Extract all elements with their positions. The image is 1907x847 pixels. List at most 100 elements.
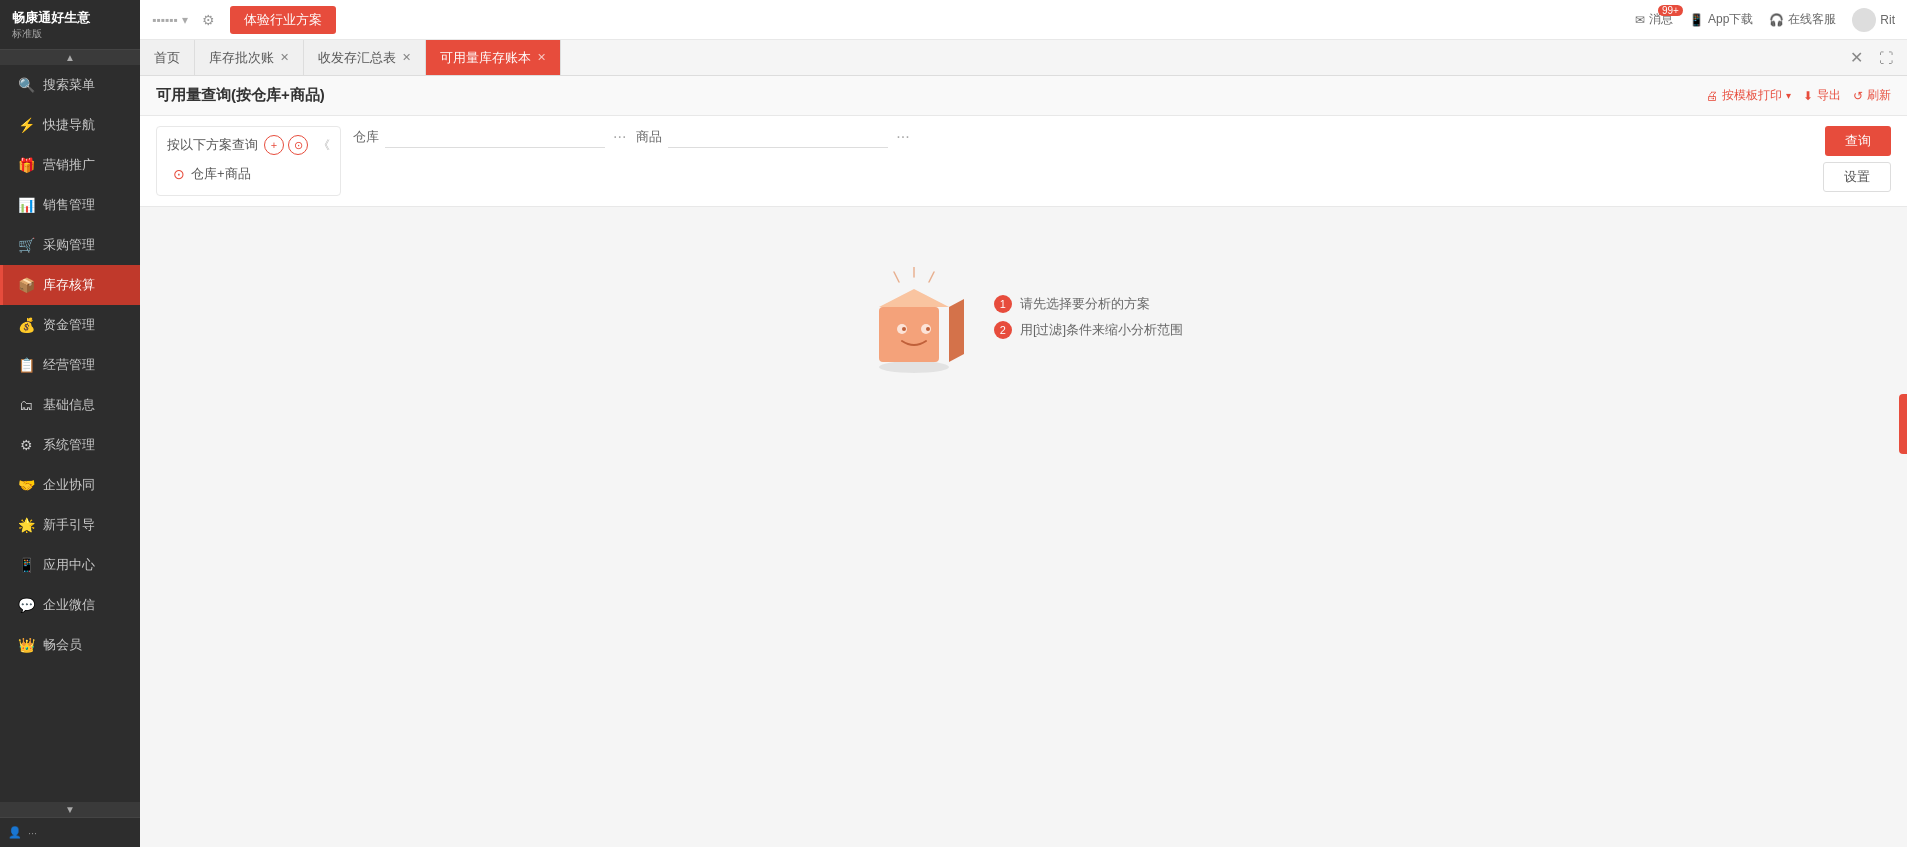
- user-avatar-icon: 👤: [8, 826, 22, 839]
- printer-icon: 🖨: [1706, 89, 1718, 103]
- sidebar-item-label: 销售管理: [43, 196, 95, 214]
- gift-icon: 🎁: [17, 157, 35, 173]
- sidebar-item-basic[interactable]: 🗂 基础信息: [0, 385, 140, 425]
- sidebar-item-biz[interactable]: 📋 经营管理: [0, 345, 140, 385]
- sidebar-item-label: 采购管理: [43, 236, 95, 254]
- main-area: ▪▪▪▪▪▪ ▾ ⚙ 体验行业方案 ✉ 消息 99+ 📱 App下载 🎧 在线客…: [140, 0, 1907, 847]
- sidebar-item-new-guide[interactable]: 🌟 新手引导: [0, 505, 140, 545]
- app-download-label: App下载: [1708, 11, 1753, 28]
- empty-state: 1 请先选择要分析的方案 2 用[过滤]条件来缩小分析范围: [140, 207, 1907, 427]
- tab-fullscreen-button[interactable]: ⛶: [1873, 48, 1899, 68]
- page-title: 可用量查询(按仓库+商品): [156, 86, 325, 105]
- sidebar-scroll-up[interactable]: ▲: [0, 50, 140, 65]
- tab-batch-ledger[interactable]: 库存批次账 ✕: [195, 40, 304, 76]
- goods-input[interactable]: [668, 126, 888, 148]
- sidebar-item-inventory[interactable]: 📦 库存核算: [0, 265, 140, 305]
- tip-item-2: 2 用[过滤]条件来缩小分析范围: [994, 321, 1183, 339]
- sidebar-item-app-center[interactable]: 📱 应用中心: [0, 545, 140, 585]
- sidebar-item-marketing[interactable]: 🎁 营销推广: [0, 145, 140, 185]
- tab-recv-summary[interactable]: 收发存汇总表 ✕: [304, 40, 426, 76]
- tab-available-qty-close[interactable]: ✕: [537, 51, 546, 64]
- filter-settings-button[interactable]: 设置: [1823, 162, 1891, 192]
- sidebar-item-label: 经营管理: [43, 356, 95, 374]
- sidebar-scroll-down[interactable]: ▼: [0, 802, 140, 817]
- sidebar-item-label: 新手引导: [43, 516, 95, 534]
- user-info-area[interactable]: Rit: [1852, 8, 1895, 32]
- collapse-icon[interactable]: 《: [318, 137, 330, 154]
- industry-solution-button[interactable]: 体验行业方案: [230, 6, 336, 34]
- app-logo: 畅康通好生意 标准版: [0, 0, 140, 50]
- svg-line-10: [929, 272, 934, 282]
- print-chevron-icon: ▾: [1786, 90, 1791, 101]
- content-area: 可用量查询(按仓库+商品) 🖨 按模板打印 ▾ ⬇ 导出 ↺ 刷新: [140, 76, 1907, 847]
- filter-scheme-label: 按以下方案查询: [167, 136, 258, 154]
- sidebar-item-label: 基础信息: [43, 396, 95, 414]
- handshake-icon: 🤝: [17, 477, 35, 493]
- warehouse-input[interactable]: [385, 126, 605, 148]
- sidebar-item-label: 快捷导航: [43, 116, 95, 134]
- svg-rect-1: [879, 307, 939, 362]
- right-edge-handle[interactable]: [1899, 394, 1907, 454]
- sidebar-item-wechat[interactable]: 💬 企业微信: [0, 585, 140, 625]
- empty-illustration: [864, 267, 964, 377]
- print-button[interactable]: 🖨 按模板打印 ▾: [1706, 87, 1791, 104]
- sidebar-item-label: 搜索菜单: [43, 76, 95, 94]
- tabs-bar: 首页 库存批次账 ✕ 收发存汇总表 ✕ 可用量库存账本 ✕ ✕ ⛶: [140, 40, 1907, 76]
- svg-marker-3: [949, 299, 964, 362]
- empty-tips: 1 请先选择要分析的方案 2 用[过滤]条件来缩小分析范围: [994, 295, 1183, 339]
- tab-recv-summary-close[interactable]: ✕: [402, 51, 411, 64]
- user-name: Rit: [1880, 13, 1895, 27]
- settings-circle-icon: ⊙: [294, 139, 303, 152]
- app-download-button[interactable]: 📱 App下载: [1689, 11, 1753, 28]
- sidebar-item-finance[interactable]: 💰 资金管理: [0, 305, 140, 345]
- crown-icon: 👑: [17, 637, 35, 653]
- sidebar: 畅康通好生意 标准版 ▲ 🔍 搜索菜单 ⚡ 快捷导航 🎁 营销推广 📊 销售管理…: [0, 0, 140, 847]
- svg-point-6: [902, 327, 906, 331]
- refresh-button[interactable]: ↺ 刷新: [1853, 87, 1891, 104]
- settings-gear-button[interactable]: ⚙: [196, 7, 222, 33]
- sidebar-item-label: 企业协同: [43, 476, 95, 494]
- tab-close-all-button[interactable]: ✕: [1844, 46, 1869, 69]
- export-icon: ⬇: [1803, 89, 1813, 103]
- sidebar-item-sales[interactable]: 📊 销售管理: [0, 185, 140, 225]
- tab-available-qty[interactable]: 可用量库存账本 ✕: [426, 40, 561, 76]
- user-avatar: [1852, 8, 1876, 32]
- query-button[interactable]: 查询: [1825, 126, 1891, 156]
- export-label: 导出: [1817, 87, 1841, 104]
- refresh-icon: ↺: [1853, 89, 1863, 103]
- sidebar-item-search[interactable]: 🔍 搜索菜单: [0, 65, 140, 105]
- sidebar-item-shortcut[interactable]: ⚡ 快捷导航: [0, 105, 140, 145]
- export-button[interactable]: ⬇ 导出: [1803, 87, 1841, 104]
- message-icon: ✉: [1635, 13, 1645, 27]
- filter-action-buttons: 查询 设置: [1823, 126, 1891, 192]
- add-scheme-button[interactable]: +: [264, 135, 284, 155]
- filter-scheme-header: 按以下方案查询 + ⊙ 《: [167, 135, 330, 155]
- online-service-label: 在线客服: [1788, 11, 1836, 28]
- online-service-button[interactable]: 🎧 在线客服: [1769, 11, 1836, 28]
- sidebar-item-enterprise-coop[interactable]: 🤝 企业协同: [0, 465, 140, 505]
- clipboard-icon: 📋: [17, 357, 35, 373]
- chart-icon: 📊: [17, 197, 35, 213]
- sidebar-item-purchase[interactable]: 🛒 采购管理: [0, 225, 140, 265]
- bottom-user-label: ···: [28, 827, 37, 839]
- tab-batch-ledger-close[interactable]: ✕: [280, 51, 289, 64]
- sidebar-item-vip[interactable]: 👑 畅会员: [0, 625, 140, 665]
- svg-point-7: [926, 327, 930, 331]
- scheme-settings-button[interactable]: ⊙: [288, 135, 308, 155]
- print-label: 按模板打印: [1722, 87, 1782, 104]
- sidebar-item-label: 营销推广: [43, 156, 95, 174]
- topbar-right: ✉ 消息 99+ 📱 App下载 🎧 在线客服 Rit: [1635, 8, 1895, 32]
- message-count-badge: 99+: [1658, 5, 1683, 16]
- message-button[interactable]: ✉ 消息 99+: [1635, 11, 1673, 28]
- scheme-item-label: 仓库+商品: [191, 165, 251, 183]
- warehouse-more-icon[interactable]: ···: [613, 128, 626, 146]
- box-icon: 📦: [17, 277, 35, 293]
- sidebar-bottom: 👤 ···: [0, 817, 140, 847]
- tab-home[interactable]: 首页: [140, 40, 195, 76]
- svg-line-8: [894, 272, 899, 282]
- app-subtitle: 标准版: [12, 27, 128, 41]
- wechat-icon: 💬: [17, 597, 35, 613]
- goods-more-icon[interactable]: ···: [896, 128, 909, 146]
- sidebar-item-system[interactable]: ⚙ 系统管理: [0, 425, 140, 465]
- scheme-item-warehouse-goods[interactable]: ⊙ 仓库+商品: [167, 161, 330, 187]
